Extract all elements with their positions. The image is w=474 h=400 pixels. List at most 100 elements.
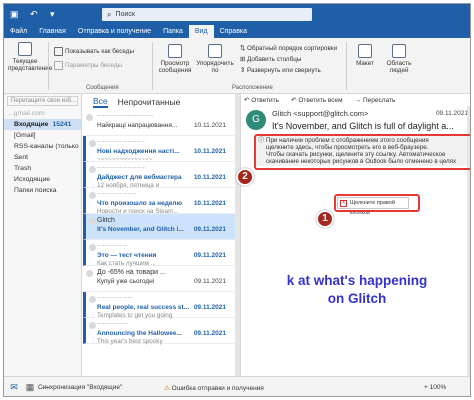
callout-badge-1: 1 bbox=[316, 210, 334, 228]
show-as-conversations-checkbox[interactable]: Показывать как беседы bbox=[54, 47, 134, 56]
folder-trash[interactable]: Trash bbox=[4, 163, 81, 174]
folder-rss[interactable]: RSS-каналы (только ... bbox=[4, 141, 81, 161]
message-row[interactable]: ~~~~~~~~~~~ Дайджест для вебмастера 10.11.… bbox=[83, 162, 240, 189]
message-subject: Найкращі напрацювання... bbox=[97, 122, 178, 129]
zoom-level[interactable]: + 100% bbox=[424, 384, 446, 391]
ribbon: Текущее представление Показывать как бес… bbox=[4, 38, 470, 94]
layout-icon bbox=[358, 44, 372, 58]
arrange-by-button[interactable]: Упорядочить по bbox=[196, 44, 234, 74]
message-sender: ~~~~~~~~~ bbox=[97, 191, 137, 198]
tab-all[interactable]: Все bbox=[93, 96, 108, 108]
message-row[interactable]: ~~~~~~~~~ Что произошло за неделю 10.11.20… bbox=[83, 188, 240, 215]
expand-collapse-button[interactable]: ⇕ Развернуть или свернуть bbox=[240, 67, 321, 74]
message-sender: ~~~~~~~~~~~ bbox=[97, 139, 146, 146]
sender-avatar-icon bbox=[89, 296, 96, 303]
current-view-button[interactable]: Текущее представление bbox=[8, 42, 52, 72]
folder-inbox[interactable]: Входящие 15241 bbox=[4, 119, 81, 130]
sync-status: Синхронизация "Входящие" bbox=[38, 384, 123, 391]
filter-tabs: Все Непрочитанные bbox=[83, 94, 240, 110]
email-headline: k at what's happening on Glitch bbox=[286, 273, 428, 306]
checkbox-icon bbox=[54, 47, 63, 56]
reply-all-button[interactable]: ↶ Ответить всем bbox=[291, 96, 349, 104]
ribbon-divider bbox=[48, 42, 49, 90]
favorites-drop-zone[interactable]: Перетащите свои изб... bbox=[7, 96, 78, 106]
menu-bar: Файл Главная Отправка и получение Папка … bbox=[4, 24, 470, 38]
inbox-count: 15241 bbox=[52, 121, 72, 128]
message-subject: Announcing the Hallowee... bbox=[97, 330, 182, 337]
message-date: 09.11.2021 bbox=[193, 304, 226, 311]
folder-outbox[interactable]: Исходящие bbox=[4, 174, 81, 185]
message-sender: ~~~~~~~ bbox=[97, 243, 128, 250]
sender-avatar-icon bbox=[86, 270, 93, 277]
message-preview-button[interactable]: Просмотр сообщения bbox=[156, 44, 194, 74]
expand-icon: ⇕ bbox=[240, 67, 248, 74]
sender-avatar-icon bbox=[89, 192, 96, 199]
callout-badge-2: 2 bbox=[236, 168, 254, 186]
message-subject: Что произошло за неделю bbox=[97, 200, 183, 207]
message-subject: Нові надходження насті... bbox=[97, 148, 180, 155]
search-box[interactable]: ⌕ Поиск bbox=[102, 8, 312, 21]
message-sender: ~~~~~~~ bbox=[97, 321, 128, 328]
message-subject: It's November, and Glitch is full of day… bbox=[272, 121, 454, 131]
menu-file[interactable]: Файл bbox=[4, 25, 33, 38]
tab-unread[interactable]: Непрочитанные bbox=[118, 97, 181, 107]
menu-send-receive[interactable]: Отправка и получение bbox=[72, 25, 157, 38]
message-preview: This year's best spooky bbox=[97, 338, 163, 345]
message-row[interactable]: Glitch It's November, and Glitch i... 09.1… bbox=[83, 214, 240, 240]
message-sender: ~~~~~~~~ bbox=[97, 295, 133, 302]
arrangement-group-label: Расположение bbox=[232, 85, 273, 91]
add-columns-button[interactable]: ⊞ Добавить столбцы bbox=[240, 56, 301, 63]
folder-search-folders[interactable]: Папки поиска bbox=[4, 185, 81, 196]
message-row[interactable]: ~~~~~~~ Это — тест чтения 09.11.2021 Как ст… bbox=[83, 240, 240, 267]
reverse-sort-button[interactable]: ⇅ Обратный порядок сортировки bbox=[240, 45, 337, 52]
message-subject: Это — тест чтения bbox=[97, 252, 157, 259]
message-row[interactable]: ~~~~~~~~~~~ Нові надходження насті... 10.1… bbox=[83, 136, 240, 163]
columns-icon: ⊞ bbox=[240, 56, 248, 63]
folder-gmail[interactable]: [Gmail] bbox=[4, 130, 81, 141]
sender-avatar-icon bbox=[89, 244, 96, 251]
dropdown-icon[interactable]: ▾ bbox=[50, 9, 60, 19]
folder-pane: Перетащите свои изб... ...gmail.com Вход… bbox=[4, 94, 82, 376]
calendar-icon[interactable]: ▦ bbox=[24, 381, 36, 393]
undo-icon[interactable]: ↶ bbox=[30, 9, 40, 19]
message-row[interactable]: ~~~~~~~ Announcing the Hallowee... 09.11.2… bbox=[83, 318, 240, 345]
reading-actions: ↶ Ответить ↶ Ответить всем → Переслать bbox=[242, 94, 470, 106]
ribbon-divider bbox=[152, 42, 153, 90]
menu-help[interactable]: Справка bbox=[214, 25, 253, 38]
arrange-by-icon bbox=[208, 44, 222, 58]
message-date: 10.11.2021 bbox=[193, 200, 226, 207]
menu-folder[interactable]: Папка bbox=[157, 25, 189, 38]
current-view-label: Текущее представление bbox=[8, 58, 53, 72]
sort-icon: ⇅ bbox=[240, 45, 248, 52]
message-row[interactable]: ~~~~~~~~ Real people, real success st... 0… bbox=[83, 292, 240, 319]
info-bar-highlight bbox=[254, 134, 470, 170]
sender-avatar-icon bbox=[89, 322, 96, 329]
ribbon-divider bbox=[346, 42, 347, 90]
people-pane-button[interactable]: Область людей bbox=[382, 44, 416, 74]
message-row[interactable]: До -65% на товари ... Купуй уже сьогодні 0… bbox=[83, 266, 240, 292]
message-list-scrollbar[interactable] bbox=[235, 94, 240, 376]
send-receive-error[interactable]: ⚠ Ошибка отправки и получения bbox=[164, 384, 264, 392]
message-date: 10.11.2021 bbox=[193, 122, 226, 129]
layout-button[interactable]: Макет bbox=[350, 44, 380, 67]
search-icon: ⌕ bbox=[107, 9, 112, 19]
message-subject: Real people, real success st... bbox=[97, 304, 190, 311]
message-subject: Купуй уже сьогодні bbox=[97, 278, 155, 285]
account-name[interactable]: ...gmail.com bbox=[4, 108, 81, 119]
save-icon[interactable]: ▣ bbox=[10, 9, 20, 19]
message-rows: ~~~~~~~~~~~~~ Найкращі напрацювання... 10.… bbox=[83, 110, 240, 345]
sender-address[interactable]: Glitch <support@glitch.com> bbox=[272, 109, 368, 118]
message-header: G Glitch <support@glitch.com> 09.11.2021… bbox=[242, 106, 470, 134]
message-sender: Glitch bbox=[97, 217, 115, 224]
forward-button[interactable]: → Переслать bbox=[355, 97, 402, 104]
messages-group-label: Сообщения bbox=[86, 85, 119, 91]
message-row[interactable]: ~~~~~~~~~~~~~ Найкращі напрацювання... 10.… bbox=[83, 110, 240, 136]
mail-icon[interactable]: ✉ bbox=[8, 381, 20, 393]
reply-button[interactable]: ↶ Ответить bbox=[244, 96, 285, 104]
conversation-settings-button[interactable]: Параметры беседы bbox=[54, 61, 122, 70]
menu-home[interactable]: Главная bbox=[33, 25, 72, 38]
folder-sent[interactable]: Sent bbox=[4, 152, 81, 163]
message-date: 09.11.2021 bbox=[193, 278, 226, 285]
current-view-icon bbox=[18, 42, 32, 56]
menu-view[interactable]: Вид bbox=[188, 25, 214, 38]
